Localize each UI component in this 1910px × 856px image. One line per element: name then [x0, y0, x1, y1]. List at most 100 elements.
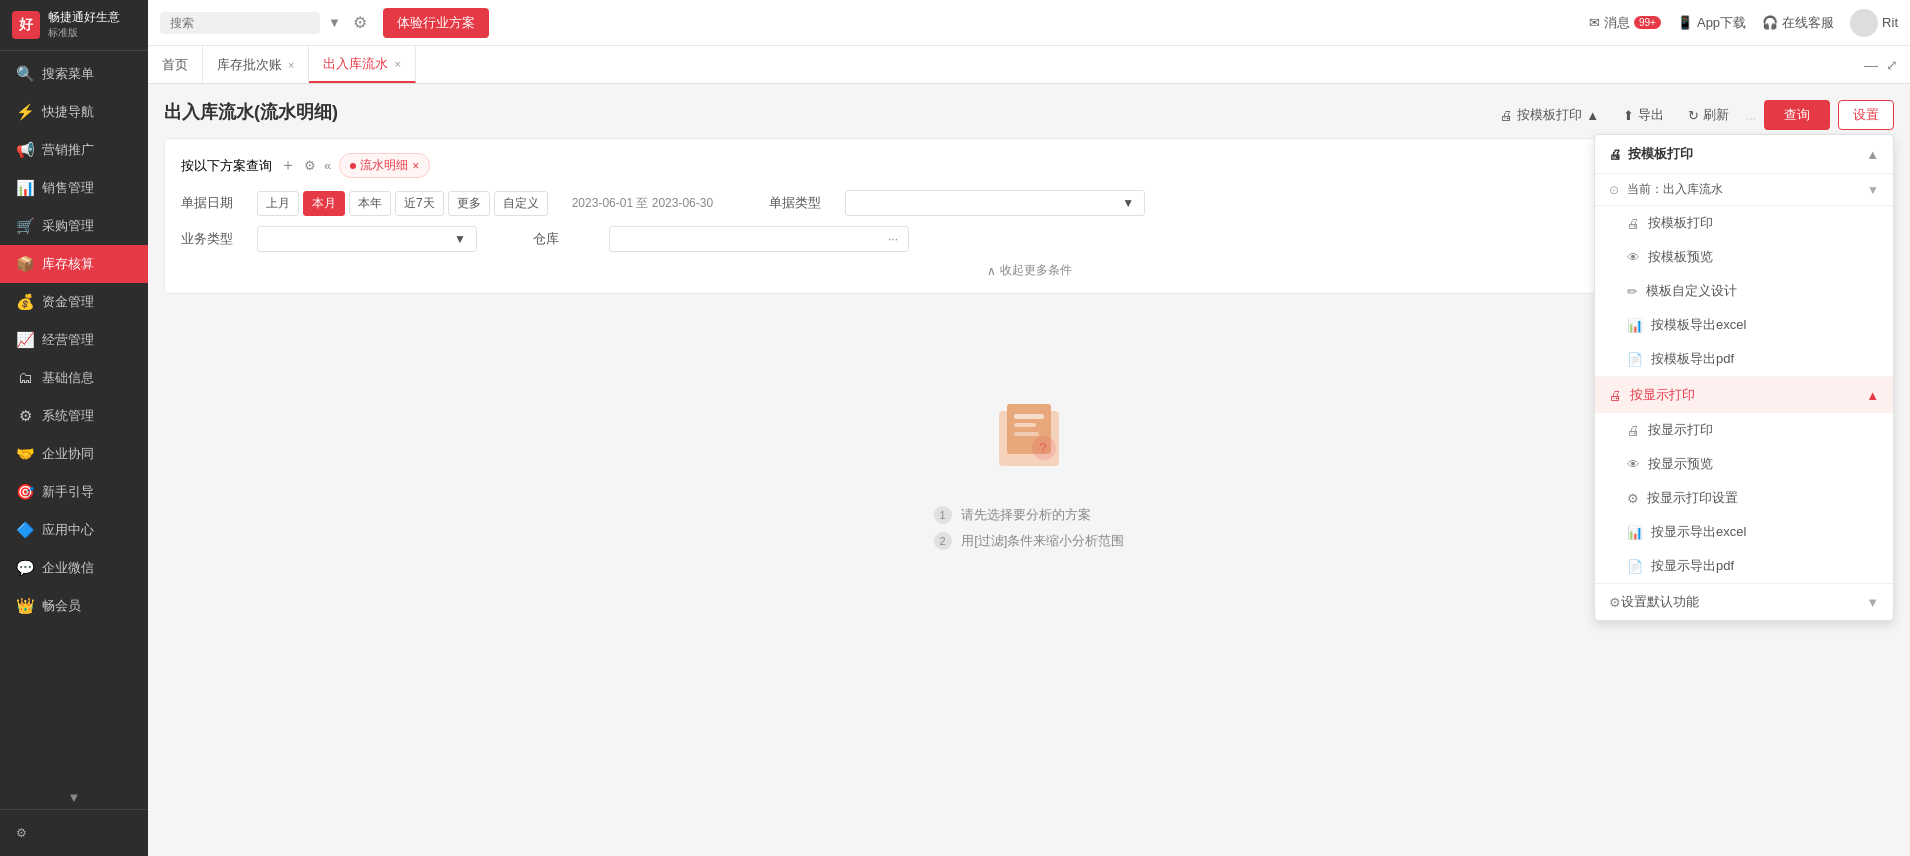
dp-tpdf-label: 按模板导出pdf: [1651, 350, 1734, 368]
dp-dpdf-icon: 📄: [1627, 559, 1643, 574]
sidebar-item-marketing[interactable]: 📢 营销推广: [0, 131, 148, 169]
date-btn-last-month[interactable]: 上月: [257, 191, 299, 216]
sidebar-item-label-system: 系统管理: [42, 407, 94, 425]
sidebar-item-wechat[interactable]: 💬 企业微信: [0, 549, 148, 587]
sidebar-item-guide[interactable]: 🎯 新手引导: [0, 473, 148, 511]
dp-header-collapse-btn[interactable]: ▲: [1866, 147, 1879, 162]
doc-type-label: 单据类型: [769, 194, 829, 212]
date-btns: 上月 本月 本年 近7天 更多 自定义: [257, 191, 548, 216]
user-avatar-btn[interactable]: Rit: [1850, 9, 1898, 37]
sidebar-item-inventory[interactable]: 📦 库存核算: [0, 245, 148, 283]
sidebar-item-app-center[interactable]: 🔷 应用中心: [0, 511, 148, 549]
window-maximize-btn[interactable]: ⤢: [1886, 57, 1898, 73]
tab-batch-account[interactable]: 库存批次账 ×: [203, 46, 309, 83]
date-btn-custom[interactable]: 自定义: [494, 191, 548, 216]
app-download-icon: 📱: [1677, 15, 1693, 30]
customer-service-btn[interactable]: 🎧 在线客服: [1762, 14, 1834, 32]
filter-chip-close[interactable]: ×: [412, 159, 419, 173]
topbar-gear-icon[interactable]: ⚙: [353, 13, 367, 32]
dp-display-header-icon: 🖨: [1609, 388, 1622, 403]
dp-display-excel-btn[interactable]: 📊 按显示导出excel: [1595, 515, 1893, 549]
app-center-icon: 🔷: [16, 521, 34, 539]
svg-rect-4: [1014, 432, 1039, 436]
filter-collapse-icon[interactable]: «: [324, 158, 331, 173]
dp-display-print-btn[interactable]: 🖨 按显示打印: [1595, 413, 1893, 447]
dp-template-print-btn[interactable]: 🖨 按模板打印: [1595, 206, 1893, 240]
filter-settings-icon[interactable]: ⚙: [304, 158, 316, 173]
date-btn-7days[interactable]: 近7天: [395, 191, 444, 216]
avatar: [1850, 9, 1878, 37]
sidebar-item-member[interactable]: 👑 畅会员: [0, 587, 148, 625]
sidebar-item-operations[interactable]: 📈 经营管理: [0, 321, 148, 359]
quick-nav-icon: ⚡: [16, 103, 34, 121]
dp-footer[interactable]: ⚙ 设置默认功能 ▼: [1595, 583, 1893, 620]
dp-display-settings-btn[interactable]: ⚙ 按显示打印设置: [1595, 481, 1893, 515]
sidebar-item-label-app-center: 应用中心: [42, 521, 94, 539]
topbar-dropdown-icon[interactable]: ▼: [328, 15, 341, 30]
settings-btn[interactable]: 设置: [1838, 100, 1894, 130]
sidebar-item-label-operations: 经营管理: [42, 331, 94, 349]
dp-dpreview-icon: 👁: [1627, 457, 1640, 472]
sidebar-item-label-marketing: 营销推广: [42, 141, 94, 159]
refresh-toolbar-btn[interactable]: ↻ 刷新: [1680, 101, 1737, 129]
filter-add-btn[interactable]: ＋: [280, 155, 296, 176]
window-minimize-btn[interactable]: —: [1864, 57, 1878, 73]
sidebar-item-search[interactable]: 🔍 搜索菜单: [0, 55, 148, 93]
filter-chip[interactable]: 流水明细 ×: [339, 153, 430, 178]
date-btn-this-month[interactable]: 本月: [303, 191, 345, 216]
sidebar-item-label-cooperation: 企业协同: [42, 445, 94, 463]
warehouse-more-icon[interactable]: ···: [888, 232, 898, 246]
business-type-dropdown[interactable]: ▼: [257, 226, 477, 252]
sidebar-item-sales[interactable]: 📊 销售管理: [0, 169, 148, 207]
sidebar-item-finance[interactable]: 💰 资金管理: [0, 283, 148, 321]
tab-batch-account-close[interactable]: ×: [288, 59, 294, 71]
dp-dexcel-label: 按显示导出excel: [1651, 523, 1746, 541]
purchase-icon: 🛒: [16, 217, 34, 235]
sidebar-item-quick-nav[interactable]: ⚡ 快捷导航: [0, 93, 148, 131]
date-btn-this-year[interactable]: 本年: [349, 191, 391, 216]
warehouse-input[interactable]: ···: [609, 226, 909, 252]
svg-text:?: ?: [1039, 440, 1047, 456]
sidebar-item-purchase[interactable]: 🛒 采购管理: [0, 207, 148, 245]
trial-btn[interactable]: 体验行业方案: [383, 8, 489, 38]
query-btn[interactable]: 查询: [1764, 100, 1830, 130]
guide-icon: 🎯: [16, 483, 34, 501]
dp-display-preview-btn[interactable]: 👁 按显示预览: [1595, 447, 1893, 481]
sidebar-scroll-down[interactable]: ▼: [0, 786, 148, 809]
dp-template-custom-btn[interactable]: ✏ 模板自定义设计: [1595, 274, 1893, 308]
dp-current-icon: ⊙: [1609, 183, 1619, 197]
date-btn-more[interactable]: 更多: [448, 191, 490, 216]
message-btn[interactable]: ✉ 消息 99+: [1589, 14, 1661, 32]
dp-texcel-icon: 📊: [1627, 318, 1643, 333]
dp-tcustom-icon: ✏: [1627, 284, 1638, 299]
search-input[interactable]: [160, 12, 320, 34]
dp-dexcel-icon: 📊: [1627, 525, 1643, 540]
doc-type-dropdown[interactable]: ▼: [845, 190, 1145, 216]
export-toolbar-btn[interactable]: ⬆ 导出: [1615, 101, 1672, 129]
app-download-btn[interactable]: 📱 App下载: [1677, 14, 1746, 32]
app-download-label: App下载: [1697, 14, 1746, 32]
message-badge: 99+: [1634, 16, 1661, 29]
dp-template-preview-btn[interactable]: 👁 按模板预览: [1595, 240, 1893, 274]
tab-flow[interactable]: 出入库流水 ×: [309, 46, 415, 83]
dp-current-label: 当前：出入库流水: [1627, 181, 1723, 198]
sidebar-item-basic-info[interactable]: 🗂 基础信息: [0, 359, 148, 397]
sidebar-item-cooperation[interactable]: 🤝 企业协同: [0, 435, 148, 473]
dp-display-header[interactable]: 🖨 按显示打印 ▲: [1595, 377, 1893, 413]
dp-current-item[interactable]: ⊙ 当前：出入库流水 ▼: [1595, 174, 1893, 205]
tab-home[interactable]: 首页: [148, 46, 203, 83]
dp-footer-label: 设置默认功能: [1621, 593, 1699, 611]
sidebar-item-system[interactable]: ⚙ 系统管理: [0, 397, 148, 435]
sales-icon: 📊: [16, 179, 34, 197]
template-print-toolbar-btn[interactable]: 🖨 按模板打印 ▲: [1492, 101, 1607, 129]
topbar-right: ✉ 消息 99+ 📱 App下载 🎧 在线客服 Rit: [1589, 9, 1898, 37]
tab-flow-close[interactable]: ×: [394, 58, 400, 70]
main-area: ▼ ⚙ 体验行业方案 ✉ 消息 99+ 📱 App下载 🎧 在线客服 Rit: [148, 0, 1910, 856]
sidebar-bottom-settings[interactable]: ⚙: [0, 818, 148, 848]
dp-template-excel-btn[interactable]: 📊 按模板导出excel: [1595, 308, 1893, 342]
print-icon: 🖨: [1500, 108, 1513, 123]
step2-num: 2: [934, 532, 952, 550]
dp-template-pdf-btn[interactable]: 📄 按模板导出pdf: [1595, 342, 1893, 376]
business-type-label: 业务类型: [181, 230, 241, 248]
dp-display-pdf-btn[interactable]: 📄 按显示导出pdf: [1595, 549, 1893, 583]
